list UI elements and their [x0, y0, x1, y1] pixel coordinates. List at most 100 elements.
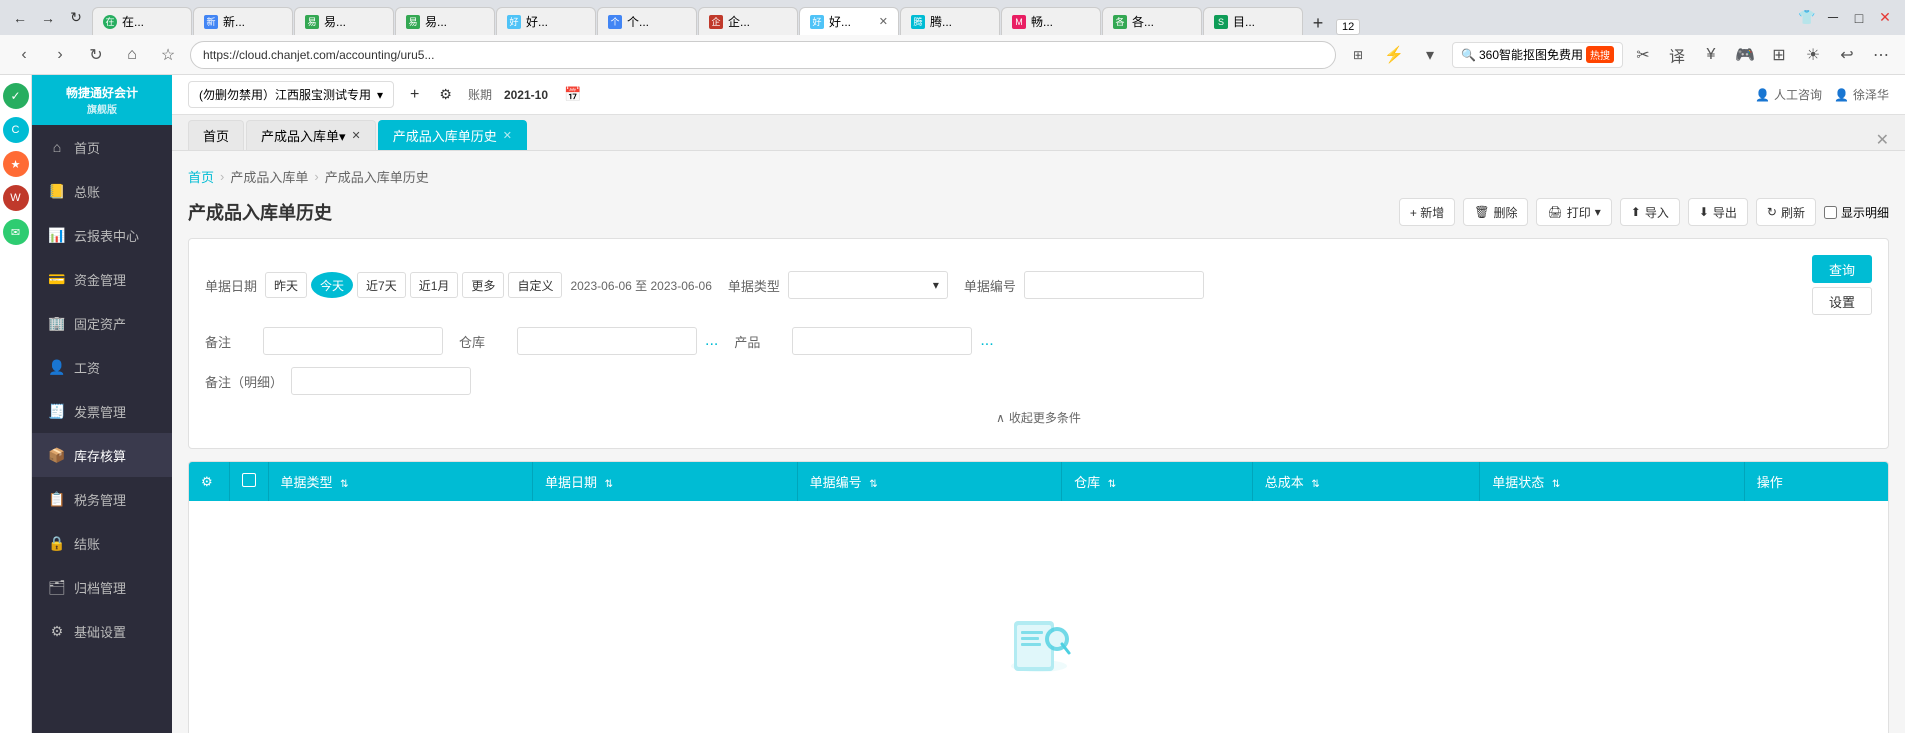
sidebar-item-settings[interactable]: ⚙ 基础设置 — [32, 609, 172, 653]
search-toolbar-btn[interactable]: 🔍 360智能抠图免费用 热搜 — [1452, 42, 1623, 68]
browser-tab-12[interactable]: S 目... — [1203, 7, 1303, 35]
period-settings-button[interactable]: ⚙ — [435, 81, 456, 109]
date-btn-more[interactable]: 更多 — [462, 272, 504, 298]
currency-button[interactable]: ¥ — [1697, 41, 1725, 69]
ext-icon-2[interactable]: C — [3, 117, 29, 143]
export-button[interactable]: ⬇ 导出 — [1688, 198, 1748, 226]
th-type[interactable]: 单据类型 ⇅ — [268, 462, 533, 501]
date-btn-yesterday[interactable]: 昨天 — [265, 272, 307, 298]
forward-button[interactable]: → — [36, 6, 60, 30]
win-shirt-button[interactable]: 👕 — [1795, 6, 1819, 30]
sidebar-item-tax[interactable]: 📋 税务管理 — [32, 477, 172, 521]
sidebar-item-salary[interactable]: 👤 工资 — [32, 345, 172, 389]
ext-icon-5[interactable]: ✉ — [3, 219, 29, 245]
collapse-button[interactable]: ∧ 收起更多条件 — [990, 403, 1087, 432]
game-button[interactable]: 🎮 — [1731, 41, 1759, 69]
page-tab-home[interactable]: 首页 — [188, 120, 244, 150]
breadcrumb-home[interactable]: 首页 — [188, 167, 214, 186]
nav-reload-button[interactable]: ↻ — [82, 41, 110, 69]
new-tab-button[interactable]: + — [1304, 11, 1332, 35]
remark-input[interactable] — [263, 327, 443, 355]
query-button[interactable]: 查询 — [1812, 255, 1872, 283]
date-btn-custom[interactable]: 自定义 — [508, 272, 562, 298]
back-button[interactable]: ← — [8, 6, 32, 30]
browser-tab-3[interactable]: 易 易... — [294, 7, 394, 35]
dropdown-button[interactable]: ▾ — [1416, 41, 1444, 69]
sidebar-item-invoice[interactable]: 🧾 发票管理 — [32, 389, 172, 433]
scissors-button[interactable]: ✂ — [1629, 41, 1657, 69]
win-close-button[interactable]: ✕ — [1873, 6, 1897, 30]
ext-icon-3[interactable]: ★ — [3, 151, 29, 177]
add-period-button[interactable]: + — [406, 81, 423, 109]
browser-tab-1[interactable]: 在 在... — [92, 7, 192, 35]
browser-tab-10[interactable]: M 畅... — [1001, 7, 1101, 35]
date-btn-1month[interactable]: 近1月 — [410, 272, 459, 298]
apps-button[interactable]: ⊞ — [1344, 41, 1372, 69]
win-minimize-button[interactable]: － — [1821, 6, 1845, 30]
sidebar-item-ledger[interactable]: 📒 总账 — [32, 169, 172, 213]
print-button[interactable]: 🖨 打印 ▾ — [1536, 198, 1611, 226]
sidebar-item-archive[interactable]: 🗂 归档管理 — [32, 565, 172, 609]
browser-tab-6[interactable]: 个 个... — [597, 7, 697, 35]
sidebar-item-fund[interactable]: 💳 资金管理 — [32, 257, 172, 301]
th-number[interactable]: 单据编号 ⇅ — [797, 462, 1062, 501]
th-status[interactable]: 单据状态 ⇅ — [1480, 462, 1745, 501]
sidebar-item-cloud-report[interactable]: 📊 云报表中心 — [32, 213, 172, 257]
page-tab-list-close[interactable]: ✕ — [352, 129, 361, 142]
page-tab-product-history[interactable]: 产成品入库单历史 ✕ — [378, 120, 527, 150]
browser-tab-2[interactable]: 新 新... — [193, 7, 293, 35]
th-settings[interactable]: ⚙ — [189, 462, 229, 501]
header-checkbox[interactable] — [242, 473, 256, 487]
show-detail-label[interactable]: 显示明细 — [1824, 204, 1889, 221]
user-service[interactable]: 👤 人工咨询 — [1755, 86, 1822, 103]
product-more-dots[interactable]: ... — [980, 332, 993, 350]
undo-button[interactable]: ↩ — [1833, 41, 1861, 69]
nav-back-button[interactable]: ‹ — [10, 41, 38, 69]
ext-icon-1[interactable]: ✓ — [3, 83, 29, 109]
sidebar-item-close-accounts[interactable]: 🔒 结账 — [32, 521, 172, 565]
address-input[interactable] — [190, 41, 1336, 69]
brightness-button[interactable]: ☀ — [1799, 41, 1827, 69]
product-input[interactable] — [792, 327, 972, 355]
th-warehouse[interactable]: 仓库 ⇅ — [1062, 462, 1253, 501]
delete-button[interactable]: 🗑 删除 — [1463, 198, 1528, 226]
warehouse-more-dots[interactable]: ... — [705, 332, 718, 350]
th-date[interactable]: 单据日期 ⇅ — [533, 462, 798, 501]
tab-close-8[interactable]: ✕ — [879, 15, 888, 28]
remark-detail-input[interactable] — [291, 367, 471, 395]
lightning-button[interactable]: ⚡ — [1380, 41, 1408, 69]
sidebar-item-home[interactable]: ⌂ 首页 — [32, 125, 172, 169]
user-profile[interactable]: 👤 徐泽华 — [1834, 86, 1889, 103]
new-button[interactable]: + 新增 — [1399, 198, 1455, 226]
import-button[interactable]: ⬆ 导入 — [1620, 198, 1680, 226]
settings-button-search[interactable]: 设置 — [1812, 287, 1872, 315]
number-input[interactable] — [1024, 271, 1204, 299]
page-tab-product-list[interactable]: 产成品入库单▾ ✕ — [246, 120, 376, 150]
settings-button[interactable]: ⋯ — [1867, 41, 1895, 69]
reload-button[interactable]: ↻ — [64, 6, 88, 30]
sidebar-item-fixed-assets[interactable]: 🏢 固定资产 — [32, 301, 172, 345]
ext-icon-4[interactable]: W — [3, 185, 29, 211]
nav-forward-button[interactable]: › — [46, 41, 74, 69]
th-checkbox[interactable] — [229, 462, 268, 501]
win-maximize-button[interactable]: □ — [1847, 6, 1871, 30]
translate-button[interactable]: 译 — [1663, 41, 1691, 69]
close-all-tabs-button[interactable]: ✕ — [1876, 130, 1889, 150]
warehouse-input[interactable] — [517, 327, 697, 355]
browser-tab-4[interactable]: 易 易... — [395, 7, 495, 35]
calendar-button[interactable]: 📅 — [560, 81, 585, 109]
browser-tab-9[interactable]: 腾 腾... — [900, 7, 1000, 35]
grid-button[interactable]: ⊞ — [1765, 41, 1793, 69]
refresh-button[interactable]: ↻ 刷新 — [1756, 198, 1816, 226]
date-btn-today[interactable]: 今天 — [311, 272, 353, 298]
nav-home-button[interactable]: ⌂ — [118, 41, 146, 69]
nav-star-button[interactable]: ☆ — [154, 41, 182, 69]
page-tab-history-close[interactable]: ✕ — [503, 129, 512, 142]
company-select[interactable]: (勿删勿禁用）江西服宝测试专用 ▾ — [188, 81, 394, 108]
sidebar-item-inventory[interactable]: 📦 库存核算 — [32, 433, 172, 477]
browser-tab-7[interactable]: 企 企... — [698, 7, 798, 35]
date-btn-7days[interactable]: 近7天 — [357, 272, 406, 298]
th-cost[interactable]: 总成本 ⇅ — [1252, 462, 1480, 501]
show-detail-checkbox[interactable] — [1824, 206, 1837, 219]
browser-tab-11[interactable]: 各 各... — [1102, 7, 1202, 35]
